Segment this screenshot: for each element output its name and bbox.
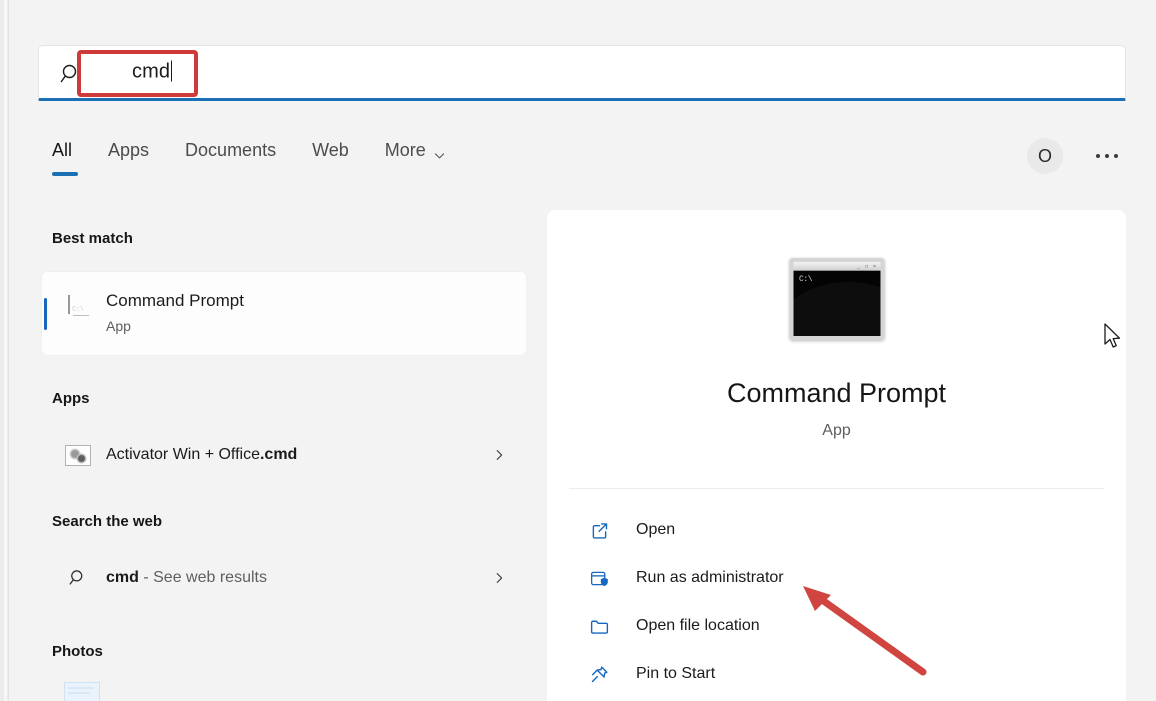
search-icon [64, 564, 92, 592]
detail-app-subtitle: App [547, 422, 1126, 440]
active-tab-indicator [52, 172, 78, 176]
tab-web-label: Web [312, 140, 349, 160]
result-filter-tabs: All Apps Documents Web More [52, 138, 482, 180]
best-match-subtitle: App [106, 315, 244, 337]
action-pin-to-start[interactable]: Pin to Start [547, 650, 1126, 698]
web-item-label: cmd - See web results [106, 569, 267, 587]
app-detail-panel: _ □ × C:\ Command Prompt App Open [547, 210, 1126, 701]
search-box[interactable]: cmd [38, 45, 1126, 101]
tab-apps-label: Apps [108, 140, 149, 160]
action-open-file-location-label: Open file location [636, 617, 760, 635]
shield-admin-icon [588, 567, 610, 589]
search-query-text: cmd [132, 61, 170, 83]
console-prompt-text: C:\ [799, 275, 812, 284]
apps-item-name: Activator Win + Office [106, 446, 260, 463]
section-heading-apps: Apps [38, 390, 90, 407]
chevron-down-icon [433, 144, 446, 157]
action-run-as-administrator[interactable]: Run as administrator [547, 554, 1126, 602]
best-match-title: Command Prompt [106, 288, 244, 313]
best-match-item[interactable]: C:\ Command Prompt App [42, 272, 526, 355]
section-heading-photos: Photos [38, 643, 103, 660]
folder-icon [588, 615, 610, 637]
detail-hero: _ □ × C:\ Command Prompt App [547, 210, 1126, 488]
avatar[interactable]: O [1027, 138, 1063, 174]
script-file-icon [64, 441, 92, 469]
tab-all[interactable]: All [52, 138, 90, 162]
divider [569, 488, 1104, 489]
detail-actions: Open Run as administrator [547, 506, 1126, 698]
tab-all-label: All [52, 140, 72, 160]
list-item[interactable]: Activator Win + Office.cmd [42, 432, 526, 478]
list-item-partial[interactable] [42, 682, 526, 701]
apps-item-extension: .cmd [260, 446, 297, 463]
selection-indicator [44, 298, 47, 330]
windows-search-flyout: cmd All Apps Documents Web More O [0, 0, 1156, 701]
action-open[interactable]: Open [547, 506, 1126, 554]
detail-app-title: Command Prompt [547, 378, 1126, 409]
web-item-suffix: - See web results [139, 569, 267, 586]
tab-more-label: More [385, 138, 426, 162]
action-open-file-location[interactable]: Open file location [547, 602, 1126, 650]
page-left-edge [0, 0, 9, 701]
photo-thumbnail-icon [64, 682, 100, 701]
chevron-right-icon[interactable] [492, 571, 506, 585]
chevron-right-icon[interactable] [492, 448, 506, 462]
text-caret [171, 61, 172, 82]
action-pin-to-start-label: Pin to Start [636, 665, 715, 683]
section-heading-best-match: Best match [38, 230, 133, 247]
results-list: Best match C:\ Command Prompt App Apps A… [38, 210, 530, 701]
tab-documents[interactable]: Documents [185, 138, 294, 162]
tab-more[interactable]: More [385, 138, 464, 162]
apps-item-label: Activator Win + Office.cmd [106, 446, 297, 464]
web-item-query: cmd [106, 569, 139, 586]
console-icon: C:\ [68, 296, 70, 314]
avatar-initial: O [1038, 146, 1052, 167]
tab-apps[interactable]: Apps [108, 138, 167, 162]
search-icon [59, 62, 83, 86]
console-icon-large: _ □ × C:\ [789, 258, 884, 340]
tab-web[interactable]: Web [312, 138, 367, 162]
action-open-label: Open [636, 521, 675, 539]
list-item[interactable]: cmd - See web results [42, 555, 526, 601]
search-input-value[interactable]: cmd [132, 61, 172, 84]
action-run-as-administrator-label: Run as administrator [636, 569, 784, 587]
open-external-icon [588, 519, 610, 541]
ellipsis-icon[interactable] [1092, 148, 1122, 164]
section-heading-search-the-web: Search the web [38, 513, 162, 530]
pin-icon [588, 663, 610, 685]
tab-documents-label: Documents [185, 140, 276, 160]
page-left-edge-inner [4, 0, 7, 701]
